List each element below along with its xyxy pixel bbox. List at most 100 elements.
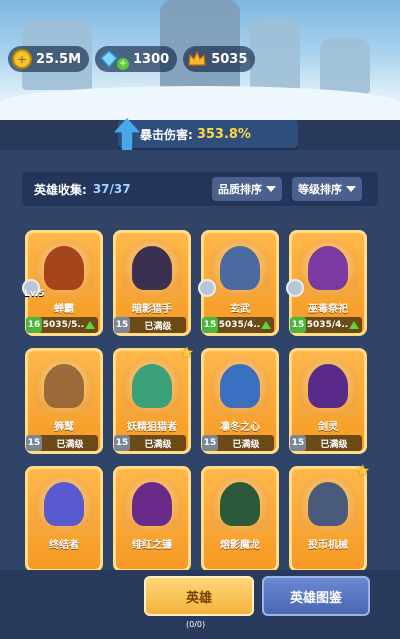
upgrade-arrow-icon[interactable] [85, 321, 95, 329]
ice-statue [250, 18, 300, 92]
hero-figure [44, 482, 84, 526]
sort-level-button[interactable]: 等级排序 [292, 177, 362, 201]
hero-figure [132, 482, 172, 526]
skull-emblem-icon [286, 279, 304, 297]
crown-value: 5035 [211, 51, 248, 67]
hero-portrait [298, 475, 358, 533]
hero-card[interactable]: 暗影猎手 15 已满级 [113, 230, 191, 336]
chevron-down-icon [346, 186, 356, 192]
hero-card[interactable]: 绯红之镰 [113, 466, 191, 572]
crit-label: 暴击伤害: [140, 127, 193, 142]
hero-level-badge: 15 [290, 435, 306, 451]
hero-card[interactable]: ★ 妖精狙猎者 15 已满级 [113, 343, 194, 454]
hero-name: 凛冬之心 [220, 422, 260, 433]
diamond-value: 1300 [133, 51, 170, 67]
hero-portrait [210, 239, 270, 297]
hero-bar-text: 5035/4.. [306, 320, 349, 330]
hero-portrait [210, 475, 270, 533]
hero-figure [44, 364, 84, 408]
sort-level-label: 等级排序 [298, 183, 342, 196]
star-icon: ★ [355, 461, 370, 480]
hero-card[interactable]: ★ 投币机械 [289, 461, 370, 572]
hero-portrait [34, 475, 94, 533]
collection-count: 37/37 [92, 182, 131, 196]
hero-card[interactable]: 狮鹫 15 已满级 [25, 348, 103, 454]
hero-card[interactable]: 剑灵 15 已满级 [289, 348, 367, 454]
hero-figure [220, 364, 260, 408]
hero-bar-text: 已满级 [320, 439, 348, 450]
hero-card[interactable]: 玄武 15 5035/4.. [198, 230, 279, 336]
gold-coin-icon: + [12, 49, 32, 69]
hero-level-bar: 15 已满级 [202, 435, 274, 451]
diamond-icon [99, 49, 119, 69]
gold-resource[interactable]: + 25.5M [8, 46, 90, 72]
hero-figure [220, 482, 260, 526]
collection-header: 英雄收集: 37/37 品质排序 等级排序 [22, 172, 378, 206]
tab-hero-codex[interactable]: 英雄图鉴 [262, 576, 370, 616]
tab-heroes[interactable]: 英雄 [144, 576, 254, 616]
hero-name: 剑灵 [318, 422, 338, 433]
sort-quality-button[interactable]: 品质排序 [212, 177, 282, 201]
hero-portrait [122, 475, 182, 533]
hero-bar-text: 已满级 [144, 439, 172, 450]
hero-name: 妖精狙猎者 [127, 422, 177, 433]
hero-figure [308, 482, 348, 526]
hero-level-bar: 15 已满级 [114, 435, 186, 451]
hero-level-badge: 15 [114, 435, 130, 451]
hero-name: 绯红之镰 [132, 540, 172, 551]
hero-card[interactable]: 巫毒祭祀 15 5035/4.. [286, 230, 367, 336]
ice-statue [320, 38, 370, 94]
diamond-resource[interactable]: + 1300 [95, 46, 178, 72]
crown-icon [187, 49, 207, 69]
hero-portrait [298, 239, 358, 297]
collection-title: 英雄收集: [34, 182, 87, 197]
hero-portrait [122, 239, 182, 297]
bottom-note: (0/0) [186, 620, 206, 629]
svg-text:+: + [17, 53, 26, 66]
hero-level-badge: 15 [26, 435, 42, 451]
hero-level-badge: 15 [202, 435, 218, 451]
snow-ground [0, 86, 400, 120]
upgrade-arrow-icon[interactable] [261, 321, 271, 329]
bottom-tab-bar: 英雄 英雄图鉴 (0/0) [0, 570, 400, 639]
hero-card[interactable]: 终结者 [25, 466, 103, 572]
hero-portrait [298, 357, 358, 415]
hero-level-bar: 15 已满级 [114, 317, 186, 333]
hero-name: 暗影猎手 [132, 304, 172, 315]
hero-figure [308, 364, 348, 408]
hero-name: 熔影魔龙 [220, 540, 260, 551]
hero-bar-text: 5035/4.. [218, 320, 261, 330]
hero-level-bar: 15 已满级 [290, 435, 362, 451]
resource-bar: + 25.5M + 1300 5035 [8, 46, 256, 72]
hero-name: 终结者 [49, 540, 79, 551]
hero-level-badge: 15 [202, 317, 218, 333]
hero-bar-text: 已满级 [144, 321, 172, 332]
hero-name: 狮鹫 [54, 422, 74, 433]
hero-bar-text: 已满级 [232, 439, 260, 450]
hero-card[interactable]: 凛冬之心 15 已满级 [201, 348, 279, 454]
hero-bar-text: 已满级 [56, 439, 84, 450]
hero-portrait [122, 357, 182, 415]
crit-damage-banner: 暴击伤害: 353.8% [114, 118, 298, 150]
chevron-down-icon [266, 186, 276, 192]
skull-emblem-icon [198, 279, 216, 297]
crown-resource[interactable]: 5035 [183, 46, 256, 72]
hero-level-bar: 15 已满级 [26, 435, 98, 451]
upgrade-arrow-icon[interactable] [349, 321, 359, 329]
gold-value: 25.5M [36, 51, 82, 67]
hero-figure [132, 364, 172, 408]
hero-level-badge: 15 [114, 317, 130, 333]
hero-level-bar: 15 5035/4.. [290, 317, 362, 333]
add-diamond-button[interactable]: + [117, 58, 130, 70]
hero-figure [44, 246, 84, 290]
hero-bar-text: 5035/5.. [42, 320, 85, 330]
top-scene-banner: + 25.5M + 1300 5035 [0, 0, 400, 120]
hero-figure [220, 246, 260, 290]
crit-value: 353.8% [196, 126, 251, 142]
up-arrow-icon [114, 118, 140, 150]
hero-portrait [210, 357, 270, 415]
hero-card[interactable]: Lv.5 蝉霸 16 5035/5.. [22, 230, 103, 336]
hero-name: 投币机械 [308, 540, 348, 551]
hero-card[interactable]: 熔影魔龙 [201, 466, 279, 572]
hero-portrait [34, 357, 94, 415]
